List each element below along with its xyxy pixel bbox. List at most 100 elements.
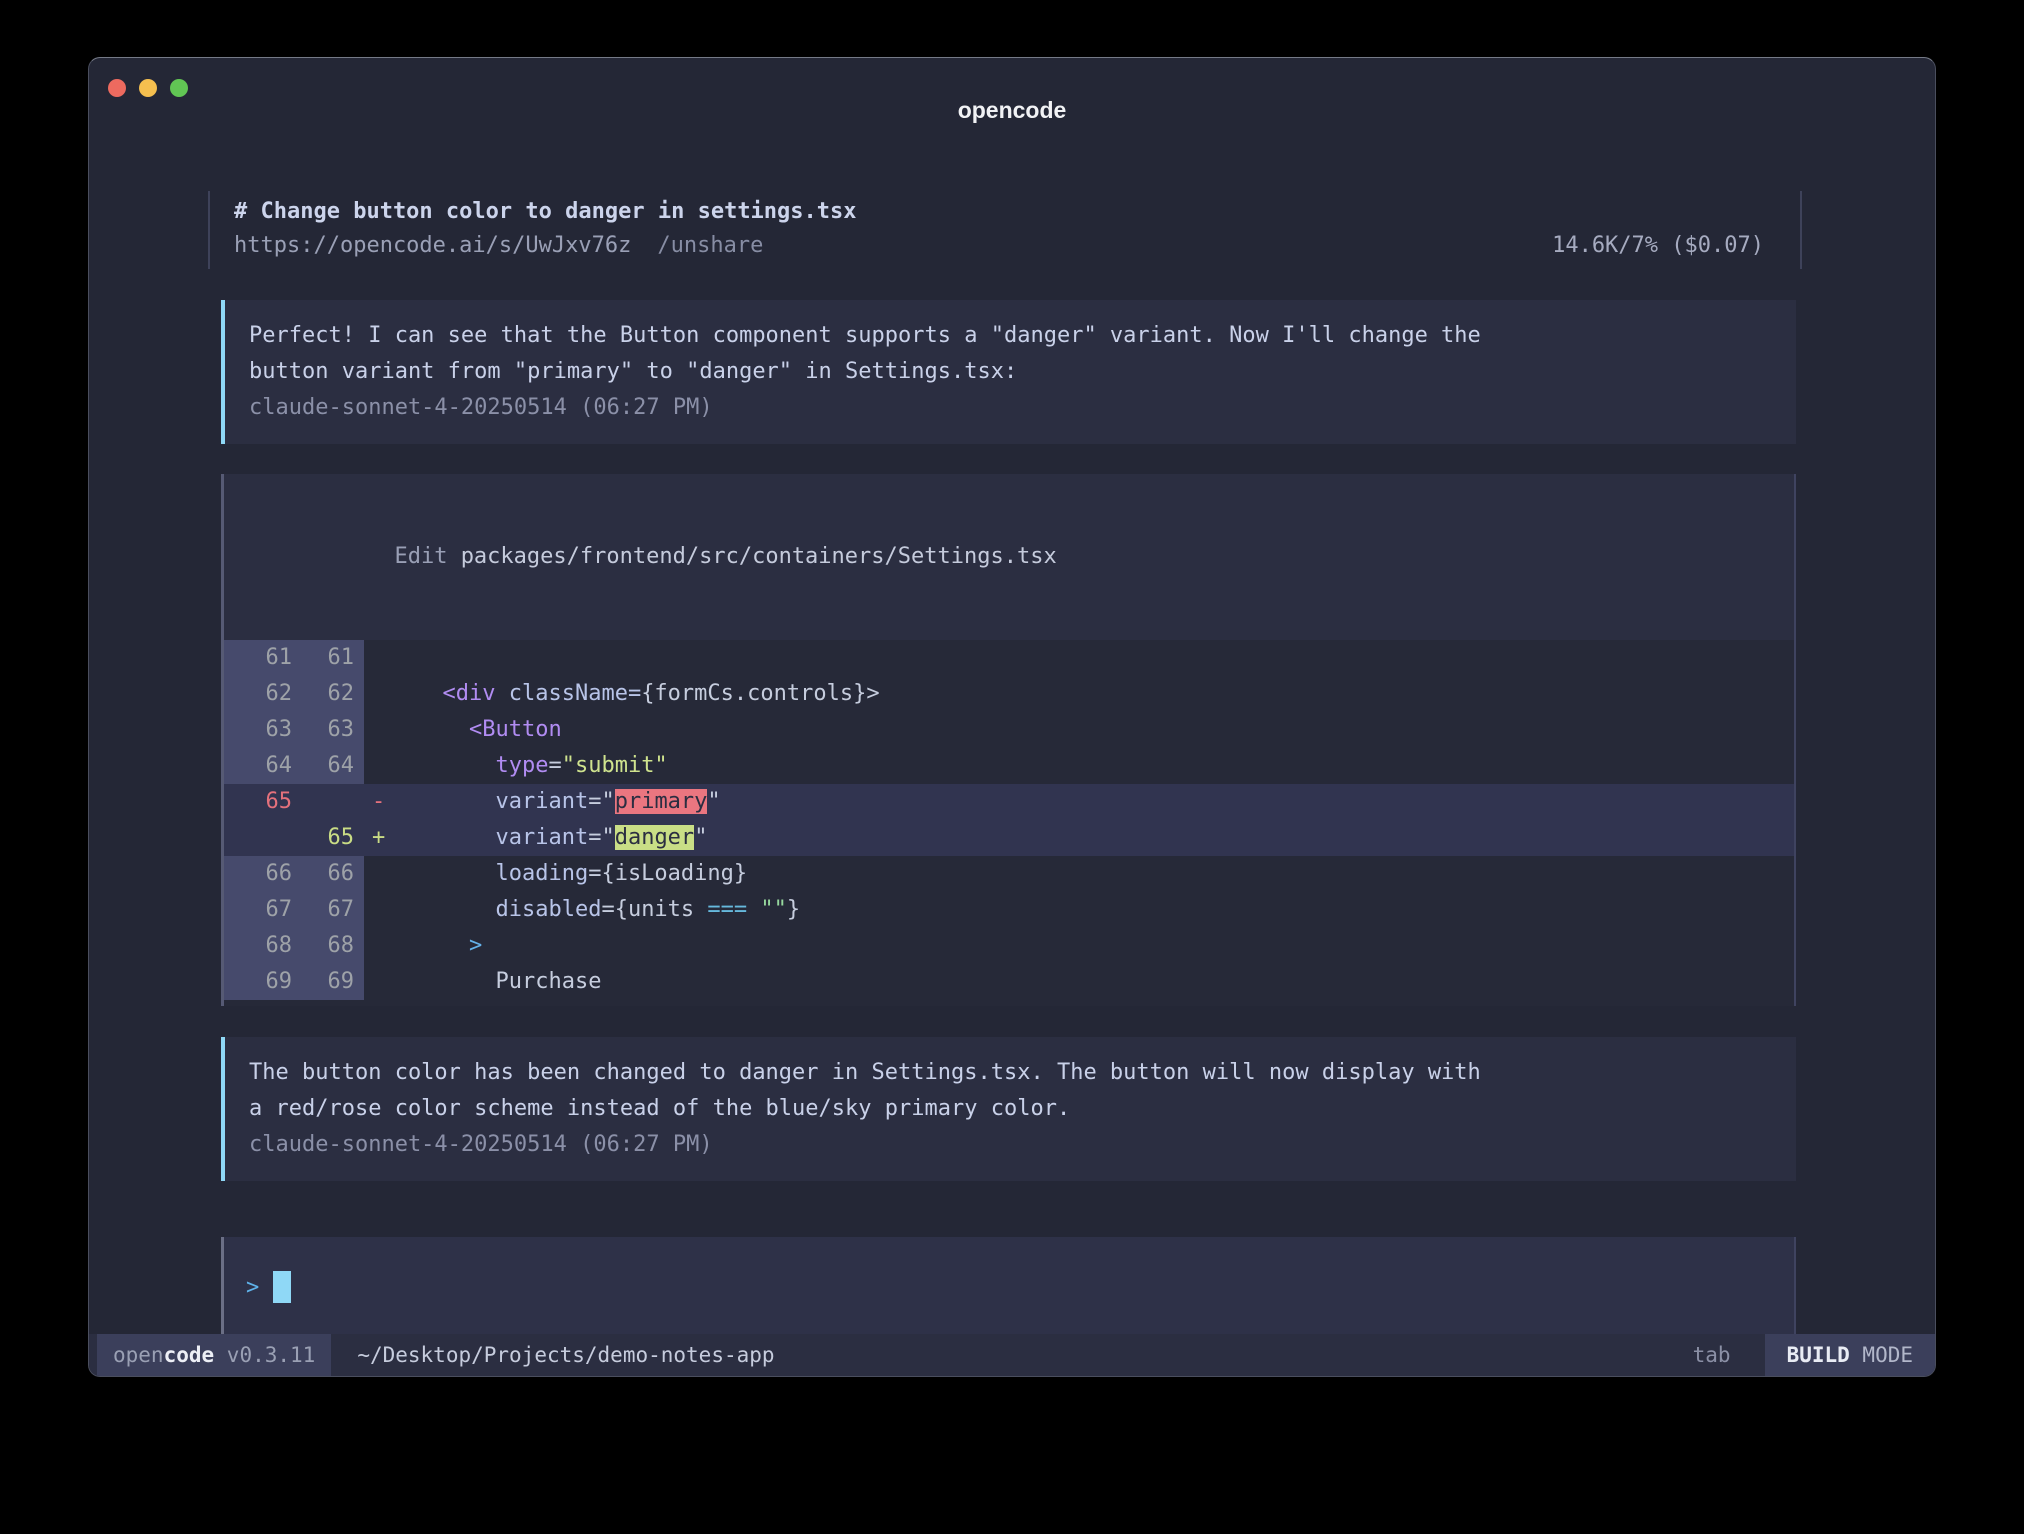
diff-marker	[364, 640, 400, 676]
prompt-input[interactable]: >	[221, 1237, 1796, 1337]
diff-code-line: loading={isLoading}	[400, 856, 747, 892]
token-usage-indicator: 14.6K/7% ($0.07)	[1552, 229, 1800, 263]
code-token	[747, 897, 760, 922]
diff-row: 6666 loading={isLoading}	[224, 856, 1794, 892]
session-content: # Change button color to danger in setti…	[89, 191, 1935, 1377]
diff-code-line: variant="danger"	[400, 820, 707, 856]
minimize-window-button[interactable]	[139, 79, 157, 97]
traffic-lights	[108, 79, 188, 97]
diff-marker	[364, 676, 400, 712]
edit-card-footer	[224, 1000, 1794, 1006]
old-line-number: 64	[224, 748, 304, 784]
text-cursor	[273, 1271, 291, 1303]
code-token	[416, 753, 495, 778]
new-line-number: 62	[304, 676, 364, 712]
diff-marker	[364, 892, 400, 928]
old-line-number: 69	[224, 964, 304, 1000]
message-model-timestamp: claude-sonnet-4-20250514 (06:27 PM)	[249, 1127, 1796, 1163]
session-header: # Change button color to danger in setti…	[208, 191, 1802, 269]
code-token	[416, 969, 495, 994]
code-token: ""	[760, 897, 787, 922]
share-url-link[interactable]: https://opencode.ai/s/UwJxv76z	[234, 229, 631, 263]
app-version-chip: opencode v0.3.11	[97, 1334, 331, 1376]
status-bar-right: tab BUILD MODE	[1693, 1334, 1935, 1376]
code-token: className=	[509, 681, 641, 706]
assistant-message: Perfect! I can see that the Button compo…	[221, 300, 1796, 444]
maximize-window-button[interactable]	[170, 79, 188, 97]
message-model-timestamp: claude-sonnet-4-20250514 (06:27 PM)	[249, 390, 1796, 426]
working-directory: ~/Desktop/Projects/demo-notes-app	[357, 1343, 774, 1367]
code-token: Purchase	[495, 969, 601, 994]
code-token: >	[469, 933, 482, 958]
window-title: opencode	[89, 97, 1935, 124]
diff-code-line: variant="primary"	[400, 784, 721, 820]
new-line-number: 63	[304, 712, 364, 748]
code-token: variant	[495, 825, 588, 850]
diff-row: 6868 >	[224, 928, 1794, 964]
code-token: ="	[588, 825, 615, 850]
new-line-number: 65	[304, 820, 364, 856]
code-token: "	[694, 825, 707, 850]
new-line-number: 64	[304, 748, 364, 784]
code-token	[416, 717, 469, 742]
diff-row: 65- variant="primary"	[224, 784, 1794, 820]
code-token	[416, 933, 469, 958]
code-token: =	[548, 753, 561, 778]
diff-code-line: >	[400, 928, 482, 964]
app-version: v0.3.11	[214, 1343, 315, 1367]
edited-file-path: packages/frontend/src/containers/Setting…	[461, 544, 1057, 569]
code-token: danger	[615, 825, 694, 850]
code-token: ===	[707, 897, 747, 922]
diff-row: 65+ variant="danger"	[224, 820, 1794, 856]
diff-code-line: <div className={formCs.controls}>	[400, 676, 880, 712]
diff-marker	[364, 856, 400, 892]
diff-code-line: <Button	[400, 712, 562, 748]
code-token	[495, 681, 508, 706]
diff-marker: +	[364, 820, 400, 856]
edit-tool-label: Edit	[394, 544, 460, 569]
close-window-button[interactable]	[108, 79, 126, 97]
app-name-open: open	[113, 1343, 164, 1367]
code-token: {formCs.controls}>	[641, 681, 879, 706]
old-line-number: 68	[224, 928, 304, 964]
diff-code-line: Purchase	[400, 964, 601, 1000]
opencode-window: opencode # Change button color to danger…	[88, 57, 1936, 1377]
desktop-background: opencode # Change button color to danger…	[0, 0, 2024, 1534]
code-token: "submit"	[562, 753, 668, 778]
diff-marker	[364, 964, 400, 1000]
diff-code-line: disabled={units === ""}	[400, 892, 800, 928]
diff-row: 6161	[224, 640, 1794, 676]
code-token: <Button	[469, 717, 562, 742]
code-token: ="	[588, 789, 615, 814]
code-token: "	[707, 789, 720, 814]
session-subheader: https://opencode.ai/s/UwJxv76z /unshare …	[234, 229, 1800, 263]
message-text-line: button variant from "primary" to "danger…	[249, 354, 1796, 390]
old-line-number: 67	[224, 892, 304, 928]
new-line-number	[304, 784, 364, 820]
app-name-code: code	[164, 1343, 215, 1367]
old-line-number: 62	[224, 676, 304, 712]
diff-row: 6767 disabled={units === ""}	[224, 892, 1794, 928]
tab-keybind-hint[interactable]: tab	[1693, 1343, 1731, 1367]
unshare-command[interactable]: /unshare	[657, 229, 763, 263]
diff-code-line	[400, 640, 416, 676]
code-token: loading	[495, 861, 588, 886]
edit-tool-card: Edit packages/frontend/src/containers/Se…	[221, 474, 1796, 1006]
code-token: disabled	[495, 897, 601, 922]
code-token	[416, 825, 495, 850]
window-titlebar: opencode	[89, 58, 1935, 148]
status-bar: opencode v0.3.11 ~/Desktop/Projects/demo…	[89, 1334, 1935, 1376]
new-line-number: 69	[304, 964, 364, 1000]
diff-marker	[364, 928, 400, 964]
code-token	[416, 861, 495, 886]
code-token: <div	[443, 681, 496, 706]
message-text-line: The button color has been changed to dan…	[249, 1055, 1796, 1091]
mode-indicator[interactable]: BUILD MODE	[1765, 1334, 1935, 1376]
new-line-number: 68	[304, 928, 364, 964]
mode-suffix: MODE	[1850, 1343, 1913, 1367]
diff-view: 61616262 <div className={formCs.controls…	[224, 640, 1794, 1000]
edit-tool-header: Edit packages/frontend/src/containers/Se…	[224, 474, 1794, 640]
code-token	[416, 897, 495, 922]
diff-marker: -	[364, 784, 400, 820]
assistant-message: The button color has been changed to dan…	[221, 1037, 1796, 1181]
